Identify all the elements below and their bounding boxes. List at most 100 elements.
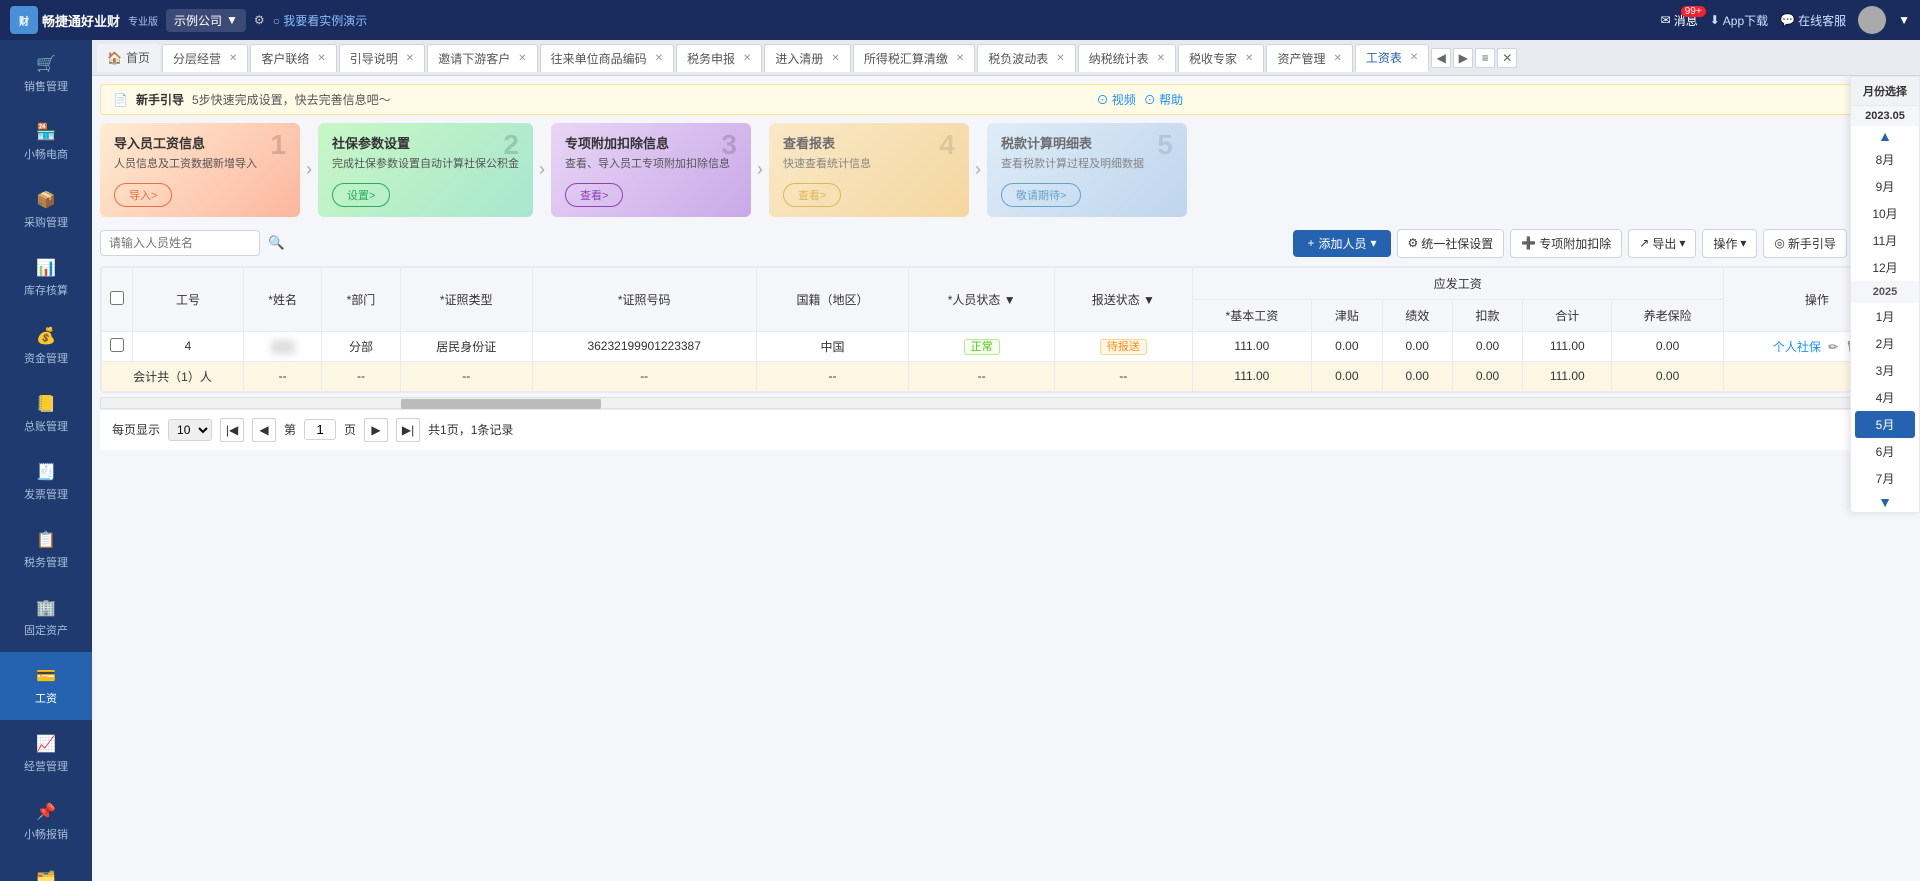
step-btn-5[interactable]: 敬请期待> (1001, 183, 1081, 207)
tab-account-book-close[interactable]: ✕ (831, 53, 839, 64)
search-input[interactable] (100, 230, 260, 256)
sidebar-item-fixed[interactable]: 🏢 固定资产 (0, 584, 92, 652)
tab-tax-stat-close[interactable]: ✕ (1157, 53, 1165, 64)
month-item-11[interactable]: 11月 (1851, 227, 1919, 254)
sidebar-item-ecommerce[interactable]: 🏪 小畅电商 (0, 108, 92, 176)
month-item-9[interactable]: 9月 (1851, 173, 1919, 200)
row-select-checkbox[interactable] (110, 338, 124, 352)
step-btn-1[interactable]: 导入> (114, 183, 172, 207)
tab-account-book[interactable]: 进入清册 ✕ (764, 44, 850, 72)
sidebar-item-sales[interactable]: 🛒 销售管理 (0, 40, 92, 108)
month-item-3[interactable]: 3月 (1851, 357, 1919, 384)
tab-tax-report-close[interactable]: ✕ (743, 53, 751, 64)
sidebar-item-tax[interactable]: 📋 税务管理 (0, 516, 92, 584)
demo-button[interactable]: ○ 我要看实例演示 (273, 12, 368, 29)
month-item-6[interactable]: 6月 (1851, 438, 1919, 465)
tab-guide[interactable]: 引导说明 ✕ (339, 44, 425, 72)
tab-units[interactable]: 往来单位商品编码 ✕ (540, 44, 674, 72)
tab-tax-stat[interactable]: 纳税统计表 ✕ (1078, 44, 1176, 72)
status-filter-icon[interactable]: ▼ (1004, 293, 1016, 307)
sidebar-item-ledger[interactable]: 📒 总账管理 (0, 380, 92, 448)
settings-icon[interactable]: ⚙ (254, 13, 265, 27)
month-item-8[interactable]: 8月 (1851, 146, 1919, 173)
page-last-btn[interactable]: ▶| (396, 418, 420, 442)
user-avatar[interactable] (1858, 6, 1886, 34)
tab-nav-prev[interactable]: ◀ (1431, 48, 1451, 68)
sidebar-item-xiaochang[interactable]: 📌 小畅报销 (0, 788, 92, 856)
tab-customer[interactable]: 客户联络 ✕ (250, 44, 336, 72)
month-item-5-active[interactable]: 5月 (1855, 411, 1915, 438)
tab-asset-close[interactable]: ✕ (1333, 53, 1341, 64)
guide-help-btn[interactable]: ⊙ 帮助 (1144, 91, 1183, 108)
tab-tax-relief-close[interactable]: ✕ (1056, 53, 1064, 64)
month-item-4[interactable]: 4月 (1851, 384, 1919, 411)
month-item-1[interactable]: 1月 (1851, 303, 1919, 330)
company-selector[interactable]: 示例公司 ▼ (166, 9, 246, 32)
tab-nav-next[interactable]: ▶ (1453, 48, 1473, 68)
tab-tax-expert-close[interactable]: ✕ (1245, 53, 1253, 64)
tab-asset[interactable]: 资产管理 ✕ (1266, 44, 1352, 72)
app-download-button[interactable]: ⬇ App下载 (1710, 12, 1768, 29)
sidebar-item-salary[interactable]: 💳 工资 (0, 652, 92, 720)
tab-tax-calc[interactable]: 所得税汇算清缴 ✕ (853, 44, 975, 72)
step-btn-2[interactable]: 设置> (332, 183, 390, 207)
sidebar-item-invoice[interactable]: 🧾 发票管理 (0, 448, 92, 516)
page-next-btn[interactable]: ▶ (364, 418, 388, 442)
tab-guide-close[interactable]: ✕ (406, 53, 414, 64)
step-num-4: 4 (939, 129, 955, 161)
month-nav-down[interactable]: ▼ (1851, 492, 1919, 512)
export-icon: ↗ (1639, 236, 1649, 250)
tab-invite-close[interactable]: ✕ (518, 53, 526, 64)
new-guide-button[interactable]: ◎ 新手引导 (1763, 229, 1847, 258)
tab-units-close[interactable]: ✕ (655, 53, 663, 64)
tab-tax-calc-close[interactable]: ✕ (956, 53, 964, 64)
add-person-button[interactable]: + 添加人员 ▾ (1293, 230, 1390, 257)
step-btn-3[interactable]: 查看> (565, 183, 623, 207)
tab-home[interactable]: 🏠 首页 (97, 44, 160, 72)
page-size-select[interactable]: 10 20 50 (168, 419, 212, 441)
tab-salary[interactable]: 工资表 ✕ (1355, 44, 1429, 72)
tab-tax-report[interactable]: 税务申报 ✕ (676, 44, 762, 72)
tab-nav-close-all[interactable]: ✕ (1497, 48, 1517, 68)
tab-customer-close[interactable]: ✕ (317, 53, 325, 64)
guide-video-btn[interactable]: ⊙ 视频 (1096, 91, 1135, 108)
tab-layered[interactable]: 分层经营 ✕ (162, 44, 248, 72)
row-id-type: 居民身份证 (400, 331, 532, 361)
page-number-input[interactable] (304, 419, 336, 440)
special-deduction-button[interactable]: ➕ 专项附加扣除 (1510, 229, 1622, 258)
month-item-2[interactable]: 2月 (1851, 330, 1919, 357)
month-nav-up[interactable]: ▲ (1851, 126, 1919, 146)
export-button[interactable]: ↗ 导出 ▾ (1628, 229, 1696, 258)
unified-settings-button[interactable]: ⚙ 统一社保设置 (1397, 229, 1505, 258)
sidebar-item-basic[interactable]: 🗂️ 基础信息 (0, 856, 92, 881)
step-arrow-1: › (300, 159, 318, 180)
search-button[interactable]: 🔍 (268, 235, 285, 251)
guide-bar-title: 新手引导 (136, 91, 184, 108)
top-bar: 财 畅捷通好业财 专业版 示例公司 ▼ ⚙ ○ 我要看实例演示 ✉ 消息 99+… (0, 0, 1920, 40)
horizontal-scrollbar[interactable] (100, 397, 1912, 409)
month-item-12[interactable]: 12月 (1851, 254, 1919, 281)
sidebar-item-inventory[interactable]: 📊 库存核算 (0, 244, 92, 312)
tab-layered-close[interactable]: ✕ (229, 53, 237, 64)
row-action-edit[interactable]: ✏ (1828, 340, 1838, 354)
select-all-checkbox[interactable] (110, 291, 124, 305)
tab-salary-close[interactable]: ✕ (1410, 52, 1418, 63)
row-action-personal[interactable]: 个人社保 (1773, 340, 1821, 354)
page-prev-btn[interactable]: ◀ (252, 418, 276, 442)
sidebar-item-finance[interactable]: 💰 资金管理 (0, 312, 92, 380)
tab-tax-relief[interactable]: 税负波动表 ✕ (977, 44, 1075, 72)
tab-tax-expert[interactable]: 税收专家 ✕ (1178, 44, 1264, 72)
tab-nav-list[interactable]: ≡ (1475, 48, 1495, 68)
report-filter-icon[interactable]: ▼ (1143, 293, 1155, 307)
message-button[interactable]: ✉ 消息 99+ (1661, 12, 1698, 29)
tab-invite[interactable]: 邀请下游客户 ✕ (427, 44, 537, 72)
user-menu-btn[interactable]: ▼ (1898, 13, 1910, 27)
step-btn-4[interactable]: 查看> (783, 183, 841, 207)
page-first-btn[interactable]: |◀ (220, 418, 244, 442)
sidebar-item-purchase[interactable]: 📦 采购管理 (0, 176, 92, 244)
month-item-7[interactable]: 7月 (1851, 465, 1919, 492)
operations-button[interactable]: 操作 ▾ (1702, 229, 1757, 258)
month-item-10[interactable]: 10月 (1851, 200, 1919, 227)
online-service-button[interactable]: 💬 在线客服 (1780, 12, 1846, 29)
sidebar-item-operation[interactable]: 📈 经营管理 (0, 720, 92, 788)
